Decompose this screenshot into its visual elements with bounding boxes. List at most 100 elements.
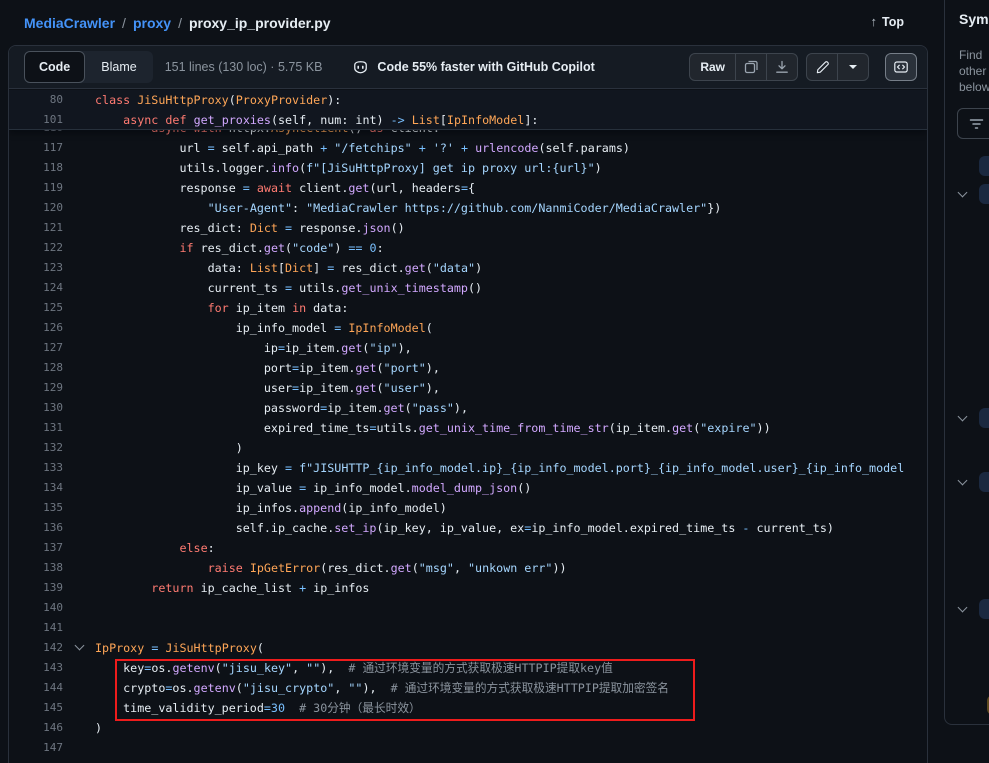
line-number[interactable]: 129 [9,378,63,398]
tab-code[interactable]: Code [24,51,85,83]
code-text: self.ip_cache.set_ip(ip_key, ip_value, e… [95,518,834,538]
line-gutter [63,158,95,178]
line-number[interactable]: 80 [9,90,63,110]
code-text: ) [95,718,102,738]
edit-dropdown-button[interactable] [837,53,869,81]
line-number[interactable]: 133 [9,458,63,478]
chevron-down-icon[interactable] [958,603,968,613]
symbols-panel-toggle[interactable] [885,53,917,81]
symbol-pill[interactable] [979,184,989,204]
line-number[interactable]: 145 [9,698,63,718]
code-line: 133 ip_key = f"JISUHTTP_{ip_info_model.i… [9,458,927,478]
raw-button[interactable]: Raw [689,53,736,81]
line-number[interactable]: 147 [9,738,63,758]
line-gutter [63,338,95,358]
line-gutter [63,298,95,318]
code-line: 132 ) [9,438,927,458]
copilot-banner: Code 55% faster with GitHub Copilot [352,59,594,76]
line-number[interactable]: 140 [9,598,63,618]
code-blame-switcher: Code Blame [24,51,153,83]
code-text: return ip_cache_list + ip_infos [95,578,369,598]
edit-button-group [806,53,869,81]
code-text: response = await client.get(url, headers… [95,178,475,198]
copy-button[interactable] [735,53,767,81]
symbol-item [945,156,989,176]
file-meta: 151 lines (130 loc) · 5.75 KB [165,60,323,74]
edit-button[interactable] [806,53,838,81]
breadcrumb-filename: proxy_ip_provider.py [189,15,331,31]
code-line: 127 ip=ip_item.get("ip"), [9,338,927,358]
chevron-down-icon[interactable] [958,476,968,486]
line-number[interactable]: 128 [9,358,63,378]
back-to-top-link[interactable]: ↑ Top [871,14,904,29]
code-line: 140 [9,598,927,618]
code-text: raise IpGetError(res_dict.get("msg", "un… [95,558,567,578]
breadcrumb-separator: / [171,15,189,31]
line-number[interactable]: 120 [9,198,63,218]
line-number[interactable]: 135 [9,498,63,518]
code-text: if res_dict.get("code") == 0: [95,238,384,258]
code-text: for ip_item in data: [95,298,348,318]
line-gutter [63,218,95,238]
line-number[interactable]: 143 [9,658,63,678]
line-gutter [63,138,95,158]
line-number[interactable]: 142 [9,638,63,658]
line-number[interactable]: 122 [9,238,63,258]
chevron-down-icon[interactable] [958,412,968,422]
symbol-pill[interactable] [979,408,989,428]
line-number[interactable]: 137 [9,538,63,558]
line-number[interactable]: 101 [9,110,63,130]
download-button[interactable] [766,53,798,81]
code-text: key=os.getenv("jisu_key", ""), # 通过环境变量的… [95,658,613,678]
code-text: IpProxy = JiSuHttpProxy( [95,638,264,658]
line-gutter [63,318,95,338]
code-line: 135 ip_infos.append(ip_info_model) [9,498,927,518]
symbol-pill[interactable] [979,599,989,619]
code-text: ip_key = f"JISUHTTP_{ip_info_model.ip}_{… [95,458,904,478]
chevron-down-icon[interactable] [958,188,968,198]
symbol-pill[interactable] [979,156,989,176]
line-number[interactable]: 144 [9,678,63,698]
line-number[interactable]: 131 [9,418,63,438]
breadcrumb-repo-link[interactable]: MediaCrawler [24,15,115,31]
line-number[interactable]: 124 [9,278,63,298]
line-number[interactable]: 127 [9,338,63,358]
line-number[interactable]: 134 [9,478,63,498]
code-text: else: [95,538,215,558]
filter-symbols-button[interactable] [957,108,989,139]
code-text: password=ip_item.get("pass"), [95,398,468,418]
symbol-pill[interactable] [979,472,989,492]
line-gutter [63,478,95,498]
code-line: 143 key=os.getenv("jisu_key", ""), # 通过环… [9,658,927,678]
symbol-item [945,599,989,619]
code-line: 130 password=ip_item.get("pass"), [9,398,927,418]
line-number[interactable]: 119 [9,178,63,198]
line-gutter [63,578,95,598]
line-gutter [63,110,95,130]
line-number[interactable]: 130 [9,398,63,418]
line-gutter [63,238,95,258]
line-number[interactable]: 146 [9,718,63,738]
code-text: expired_time_ts=utils.get_unix_time_from… [95,418,771,438]
line-number[interactable]: 121 [9,218,63,238]
line-number[interactable]: 125 [9,298,63,318]
tab-blame[interactable]: Blame [85,51,152,83]
line-number[interactable]: 118 [9,158,63,178]
line-gutter [63,638,95,658]
line-gutter [63,718,95,738]
fold-chevron-icon[interactable] [75,641,85,651]
line-number[interactable]: 138 [9,558,63,578]
breadcrumb-dir-link[interactable]: proxy [133,15,171,31]
symbols-description-line: other [959,63,989,79]
line-number[interactable]: 141 [9,618,63,638]
line-number[interactable]: 136 [9,518,63,538]
line-number[interactable]: 123 [9,258,63,278]
copilot-icon [352,59,369,76]
line-number[interactable]: 139 [9,578,63,598]
header-row: MediaCrawler/proxy/proxy_ip_provider.py … [0,0,944,45]
line-number[interactable]: 132 [9,438,63,458]
line-number[interactable]: 126 [9,318,63,338]
line-number[interactable]: 117 [9,138,63,158]
code-line: 120 "User-Agent": "MediaCrawler https://… [9,198,927,218]
code-text: ip_infos.append(ip_info_model) [95,498,447,518]
